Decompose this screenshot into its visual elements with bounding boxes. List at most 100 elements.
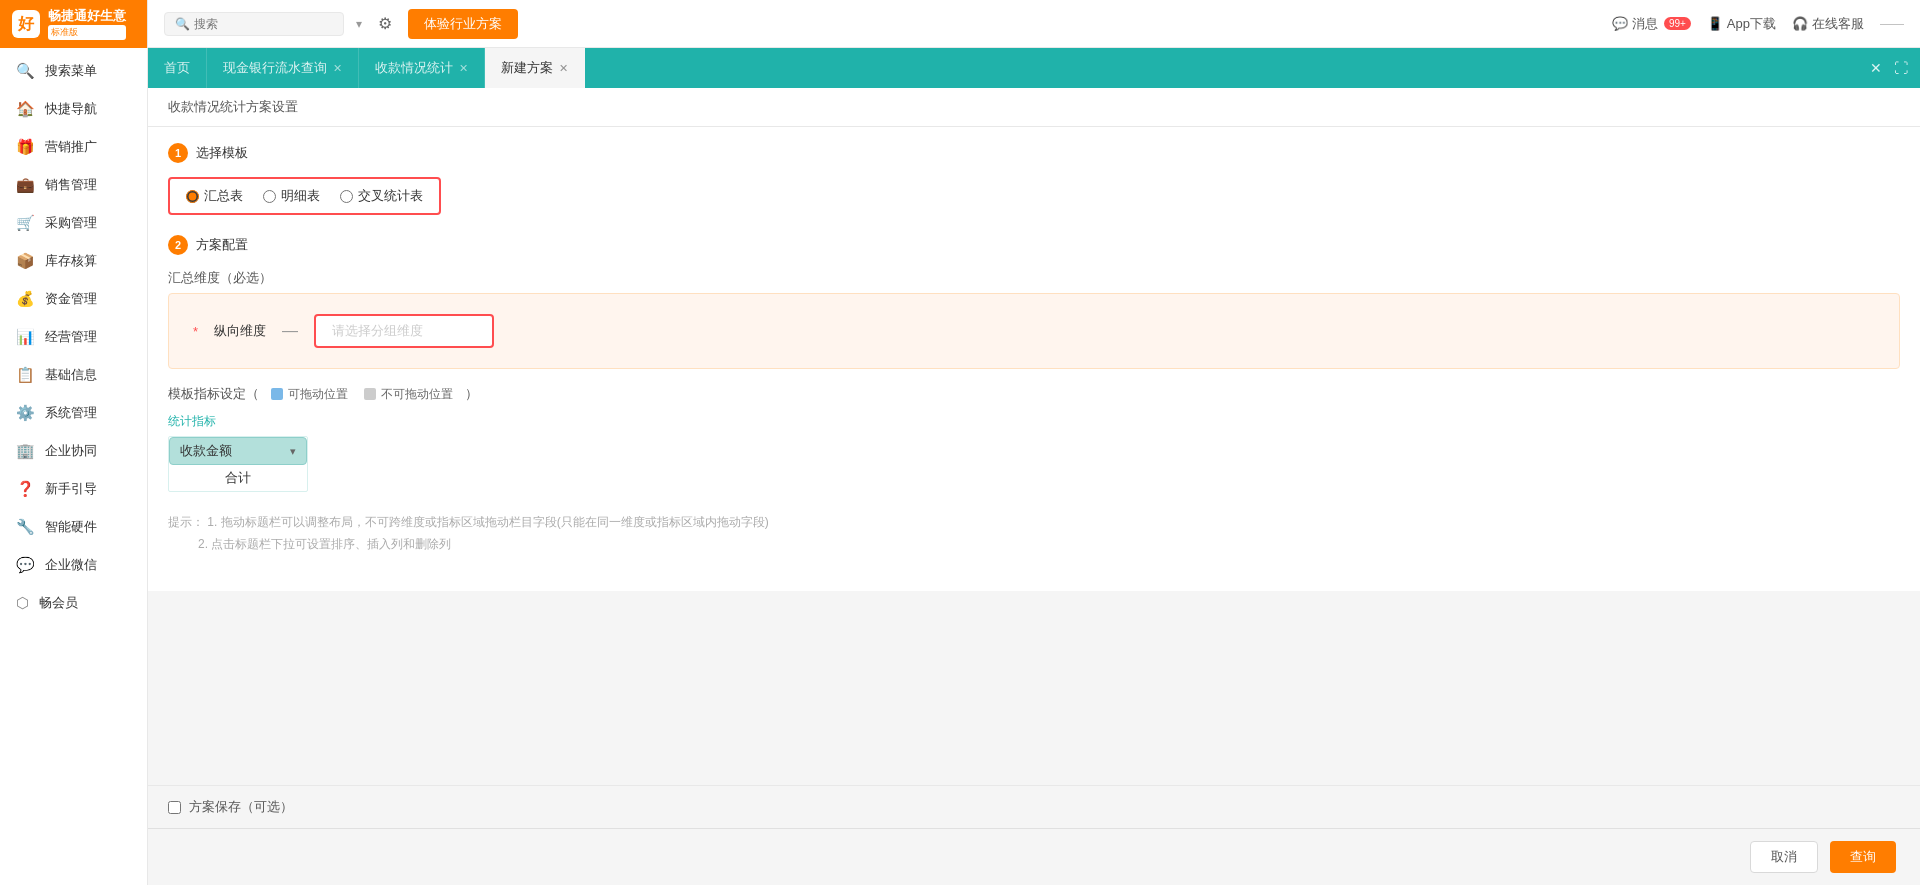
gift-icon: 🎁 [16,138,35,156]
topbar-right: 💬 消息 99+ 📱 App下载 🎧 在线客服 —— [1612,15,1904,33]
tabs-right-controls: ✕ ⛶ [1858,48,1920,88]
topbar-search-input[interactable] [194,17,324,31]
dimension-select[interactable]: 请选择分组维度 [314,314,494,348]
legend-draggable: 可拖动位置 [271,386,348,403]
tabs-expand-icon[interactable]: ⛶ [1894,60,1908,76]
sidebar-item-enterprise[interactable]: 🏢 企业协同 [0,432,147,470]
sidebar-item-operations[interactable]: 📊 经营管理 [0,318,147,356]
trial-button[interactable]: 体验行业方案 [408,9,518,39]
sidebar-item-label: 企业协同 [45,442,97,460]
template-option-detail[interactable]: 明细表 [263,187,320,205]
template-options: 汇总表 明细表 交叉统计表 [168,177,441,215]
sidebar-item-label: 新手引导 [45,480,97,498]
sidebar-item-sales[interactable]: 💼 销售管理 [0,166,147,204]
tabs-close-all-icon[interactable]: ✕ [1870,60,1882,76]
metrics-table: 收款金额 ▾ 合计 [168,436,308,492]
sidebar-item-member[interactable]: ⬡ 畅会员 [0,584,147,622]
tab-home[interactable]: 首页 [148,48,207,88]
sidebar: 好 畅捷通好生意 标准版 🔍 搜索菜单 🏠 快捷导航 🎁 营销推广 💼 销售管理… [0,0,148,885]
step2-section: 2 方案配置 汇总维度（必选） * 纵向维度 — 请选择分组维度 [168,235,1900,555]
guide-icon: ❓ [16,480,35,498]
sidebar-item-system[interactable]: ⚙️ 系统管理 [0,394,147,432]
metrics-header: 模板指标设定（ 可拖动位置 不可拖动位置 ） [168,385,1900,403]
member-icon: ⬡ [16,594,29,612]
page-header-text: 收款情况统计方案设置 [168,99,298,114]
save-checkbox[interactable] [168,801,181,814]
tab-receipt[interactable]: 收款情况统计 ✕ [359,48,485,88]
tab-home-label: 首页 [164,59,190,77]
footer-bar: 取消 查询 [148,828,1920,885]
dimension-required-mark: * [193,324,198,339]
step1-number: 1 [168,143,188,163]
metrics-header-close: ） [465,385,478,403]
dimension-arrow: — [282,322,298,340]
tip-item-1: 提示： 1. 拖动标题栏可以调整布局，不可跨维度或指标区域拖动栏目字段(只能在同… [168,512,1900,534]
sidebar-item-marketing[interactable]: 🎁 营销推广 [0,128,147,166]
dimension-row: * 纵向维度 — 请选择分组维度 [193,314,1875,348]
sidebar-item-purchase[interactable]: 🛒 采购管理 [0,204,147,242]
topbar-service[interactable]: 🎧 在线客服 [1792,15,1864,33]
service-icon: 🎧 [1792,16,1808,31]
sidebar-item-wechat[interactable]: 💬 企业微信 [0,546,147,584]
cancel-button[interactable]: 取消 [1750,841,1818,873]
step1-header: 1 选择模板 [168,143,1900,163]
service-label: 在线客服 [1812,15,1864,33]
logo-icon: 好 [12,10,40,38]
template-option-summary[interactable]: 汇总表 [186,187,243,205]
sidebar-item-finance[interactable]: 💰 资金管理 [0,280,147,318]
sidebar-logo: 好 畅捷通好生意 标准版 [0,0,147,48]
sidebar-item-hardware[interactable]: 🔧 智能硬件 [0,508,147,546]
sidebar-item-quicknav[interactable]: 🏠 快捷导航 [0,90,147,128]
tip-text-2: 2. 点击标题栏下拉可设置排序、插入列和删除列 [198,537,451,551]
radio-summary[interactable] [186,190,199,203]
sidebar-item-label: 营销推广 [45,138,97,156]
home-icon: 🏠 [16,100,35,118]
sidebar-item-guide[interactable]: ❓ 新手引导 [0,470,147,508]
hardware-icon: 🔧 [16,518,35,536]
topbar-download[interactable]: 📱 App下载 [1707,15,1776,33]
sidebar-item-label: 系统管理 [45,404,97,422]
option-summary-label: 汇总表 [204,187,243,205]
topbar-search-box[interactable]: 🔍 [164,12,344,36]
tip-item-2: 2. 点击标题栏下拉可设置排序、插入列和删除列 [168,534,1900,556]
sidebar-item-baseinfo[interactable]: 📋 基础信息 [0,356,147,394]
template-option-cross[interactable]: 交叉统计表 [340,187,423,205]
finance-icon: 💰 [16,290,35,308]
message-label: 消息 [1632,15,1658,33]
topbar-message[interactable]: 💬 消息 99+ [1612,15,1691,33]
radio-detail[interactable] [263,190,276,203]
step1-title: 选择模板 [196,144,248,162]
sidebar-nav: 🔍 搜索菜单 🏠 快捷导航 🎁 营销推广 💼 销售管理 🛒 采购管理 📦 库存核… [0,48,147,885]
tab-cashflow[interactable]: 现金银行流水查询 ✕ [207,48,359,88]
step2-number: 2 [168,235,188,255]
metrics-tag-amount[interactable]: 收款金额 ▾ [169,437,307,465]
sidebar-item-label: 快捷导航 [45,100,97,118]
radio-cross[interactable] [340,190,353,203]
sidebar-item-label: 采购管理 [45,214,97,232]
tab-cashflow-close[interactable]: ✕ [333,62,342,75]
topbar-chevron-icon: ▾ [356,17,362,31]
topbar-search-icon: 🔍 [175,17,190,31]
dimension-placeholder: 请选择分组维度 [332,323,423,338]
legend-fixed: 不可拖动位置 [364,386,453,403]
sidebar-item-label: 基础信息 [45,366,97,384]
tab-new[interactable]: 新建方案 ✕ [485,48,585,88]
topbar-gear-icon[interactable]: ⚙ [378,14,392,33]
sidebar-item-label: 资金管理 [45,290,97,308]
baseinfo-icon: 📋 [16,366,35,384]
tip-text-1: 1. 拖动标题栏可以调整布局，不可跨维度或指标区域拖动栏目字段(只能在同一维度或… [207,515,768,529]
tab-new-close[interactable]: ✕ [559,62,568,75]
sidebar-item-search[interactable]: 🔍 搜索菜单 [0,52,147,90]
page-header: 收款情况统计方案设置 [148,88,1920,127]
sidebar-item-inventory[interactable]: 📦 库存核算 [0,242,147,280]
query-button[interactable]: 查询 [1830,841,1896,873]
save-row: 方案保存（可选） [148,785,1920,828]
metrics-amount-label: 收款金额 [180,442,232,460]
download-label: App下载 [1727,15,1776,33]
legend-fixed-label: 不可拖动位置 [381,386,453,403]
save-label: 方案保存（可选） [189,798,293,816]
sidebar-item-label: 搜索菜单 [45,62,97,80]
tab-cashflow-label: 现金银行流水查询 [223,59,327,77]
tabs-bar: 首页 现金银行流水查询 ✕ 收款情况统计 ✕ 新建方案 ✕ ✕ ⛶ [148,48,1920,88]
tab-receipt-close[interactable]: ✕ [459,62,468,75]
